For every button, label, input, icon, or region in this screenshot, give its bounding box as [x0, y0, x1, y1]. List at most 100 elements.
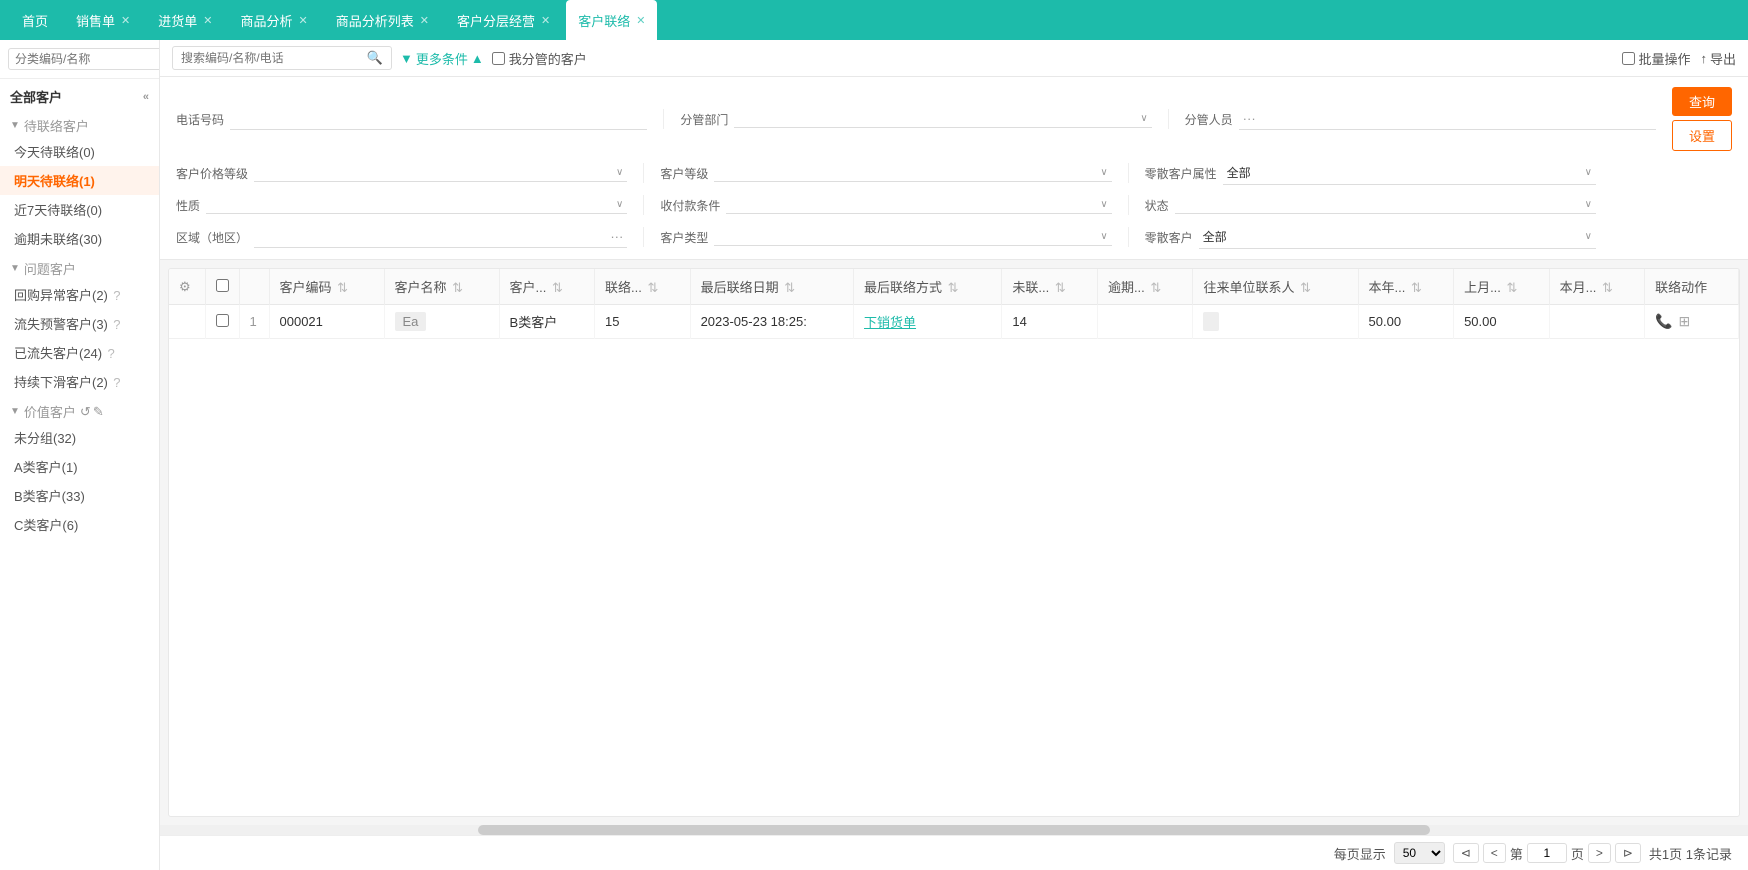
- table-row: 1 000021 Ea B类客户 15 2023-05-23 18:25: 下销…: [169, 305, 1739, 339]
- row-checkbox-cell: [205, 305, 239, 339]
- my-customers-check[interactable]: [492, 52, 505, 65]
- sort-icon[interactable]: ⇅: [1055, 280, 1066, 295]
- edit-icon[interactable]: ✎: [93, 404, 104, 420]
- col-rownum: [239, 269, 269, 305]
- filter-row-2: 客户价格等级 ∨ 客户等级 ∨ 零散客户属性: [176, 161, 1732, 185]
- sort-icon[interactable]: ⇅: [1150, 280, 1161, 295]
- top-nav: 首页 销售单 ✕ 进货单 ✕ 商品分析 ✕ 商品分析列表 ✕ 客户分层经营 ✕ …: [0, 0, 1748, 40]
- sidebar-item-tomorrow-contact[interactable]: 明天待联络(1): [0, 166, 159, 195]
- nav-purchase[interactable]: 进货单 ✕: [146, 0, 224, 40]
- filter-customer-level: 客户等级 ∨: [660, 164, 1111, 182]
- filter-phone-input[interactable]: [230, 109, 647, 130]
- group-problem-customers[interactable]: ▼ 问题客户: [0, 253, 159, 280]
- page-unit: 页: [1571, 844, 1584, 863]
- page-size-select[interactable]: 50 100 200: [1394, 842, 1445, 864]
- sidebar-item-class-a[interactable]: A类客户(1): [0, 452, 159, 481]
- sidebar-item-overdue-contact[interactable]: 逾期未联络(30): [0, 224, 159, 253]
- first-page-btn[interactable]: ⊲: [1453, 843, 1479, 863]
- filter-retail-select[interactable]: 全部 ∨: [1223, 161, 1596, 185]
- sort-icon[interactable]: ⇅: [337, 280, 348, 295]
- sort-icon[interactable]: ⇅: [948, 280, 959, 295]
- page-input[interactable]: [1527, 843, 1567, 863]
- sidebar-search-input[interactable]: [8, 48, 160, 70]
- filter-price-select[interactable]: ∨: [254, 164, 627, 182]
- more-conditions-btn[interactable]: ▼ 更多条件 ▲: [400, 49, 484, 68]
- grid-icon[interactable]: ⊞: [1679, 313, 1691, 330]
- phone-icon[interactable]: 📞: [1655, 313, 1672, 330]
- col-unit-contact: 往来单位联系人 ⇅: [1193, 269, 1358, 305]
- page-label: 第: [1510, 844, 1523, 863]
- sidebar-item-week-contact[interactable]: 近7天待联络(0): [0, 195, 159, 224]
- filter-status-select[interactable]: ∨: [1175, 196, 1596, 214]
- sidebar-item-repurchase-abnormal[interactable]: 回购异常客户(2) ?: [0, 280, 159, 309]
- group-pending-contact[interactable]: ▼ 待联络客户: [0, 110, 159, 137]
- group-value-customers[interactable]: ▼ 价值客户 ↺ ✎: [0, 396, 159, 423]
- close-icon[interactable]: ✕: [541, 14, 550, 27]
- divider: [663, 109, 664, 129]
- filter-type-select[interactable]: ∨: [714, 228, 1111, 246]
- setting-button[interactable]: 设置: [1672, 120, 1732, 151]
- nav-customer-contact[interactable]: 客户联络 ✕: [566, 0, 657, 40]
- sidebar-item-declining[interactable]: 持续下滑客户(2) ?: [0, 367, 159, 396]
- select-all-checkbox[interactable]: [216, 279, 229, 292]
- filter-level-select[interactable]: ∨: [714, 164, 1111, 182]
- sort-icon[interactable]: ⇅: [1602, 280, 1613, 295]
- filter-payment-select[interactable]: ∨: [726, 196, 1111, 214]
- close-icon[interactable]: ✕: [636, 14, 645, 27]
- filter-retail-cust-select[interactable]: 全部 ∨: [1199, 225, 1596, 249]
- nav-sales[interactable]: 销售单 ✕: [64, 0, 142, 40]
- sidebar-item-churned[interactable]: 已流失客户(24) ?: [0, 338, 159, 367]
- horizontal-scrollbar[interactable]: [160, 825, 1748, 835]
- batch-op-btn[interactable]: 批量操作: [1622, 49, 1690, 68]
- help-icon[interactable]: ?: [107, 346, 114, 361]
- sort-icon[interactable]: ⇅: [1411, 280, 1422, 295]
- close-icon[interactable]: ✕: [203, 14, 212, 27]
- sidebar-item-churn-warning[interactable]: 流失预警客户(3) ?: [0, 309, 159, 338]
- filter-nature-select[interactable]: ∨: [206, 196, 627, 214]
- sort-icon[interactable]: ⇅: [1507, 280, 1518, 295]
- last-method-link[interactable]: 下销货单: [864, 315, 916, 330]
- batch-checkbox[interactable]: [1622, 52, 1635, 65]
- close-icon[interactable]: ✕: [420, 14, 429, 27]
- settings-icon[interactable]: ⚙: [179, 279, 191, 294]
- help-icon[interactable]: ?: [113, 288, 120, 303]
- sidebar-item-today-contact[interactable]: 今天待联络(0): [0, 137, 159, 166]
- col-uncontacted: 未联... ⇅: [1002, 269, 1098, 305]
- next-page-btn[interactable]: >: [1588, 843, 1611, 863]
- close-icon[interactable]: ✕: [299, 14, 308, 27]
- filter-dept-select[interactable]: ∨: [734, 110, 1151, 128]
- filter-region-dots[interactable]: ···: [254, 226, 627, 248]
- help-icon[interactable]: ?: [113, 317, 120, 332]
- sort-icon[interactable]: ⇅: [784, 280, 795, 295]
- filter-manager-dots[interactable]: ···: [1239, 108, 1656, 130]
- col-gear: ⚙: [169, 269, 205, 305]
- help-icon[interactable]: ?: [113, 375, 120, 390]
- sidebar-item-class-c[interactable]: C类客户(6): [0, 510, 159, 539]
- prev-page-btn[interactable]: <: [1483, 843, 1506, 863]
- sort-icon[interactable]: ⇅: [552, 280, 563, 295]
- row-gear-cell: [169, 305, 205, 339]
- scrollbar-thumb[interactable]: [478, 825, 1431, 835]
- sort-icon[interactable]: ⇅: [452, 280, 463, 295]
- data-table-area: ⚙ 客户编码 ⇅ 客户名称 ⇅: [168, 268, 1740, 817]
- nav-product-analysis[interactable]: 商品分析 ✕: [228, 0, 319, 40]
- export-btn[interactable]: ↑ 导出: [1700, 49, 1736, 68]
- collapse-icon[interactable]: «: [143, 91, 149, 103]
- my-customers-checkbox[interactable]: 我分管的客户: [492, 49, 587, 68]
- search-icon[interactable]: 🔍: [367, 50, 383, 66]
- close-icon[interactable]: ✕: [121, 14, 130, 27]
- nav-product-list[interactable]: 商品分析列表 ✕: [324, 0, 441, 40]
- row-checkbox[interactable]: [216, 314, 229, 327]
- sidebar-item-ungrouped[interactable]: 未分组(32): [0, 423, 159, 452]
- filter-type-label: 客户类型: [660, 229, 708, 246]
- sidebar-item-class-b[interactable]: B类客户(33): [0, 481, 159, 510]
- search-input[interactable]: [181, 51, 367, 65]
- refresh-icon[interactable]: ↺: [80, 404, 91, 420]
- chevron-down-icon: ∨: [1100, 199, 1107, 210]
- last-page-btn[interactable]: ⊳: [1615, 843, 1641, 863]
- nav-customer-tier[interactable]: 客户分层经营 ✕: [445, 0, 562, 40]
- nav-home[interactable]: 首页: [10, 0, 60, 40]
- query-button[interactable]: 查询: [1672, 87, 1732, 116]
- sort-icon[interactable]: ⇅: [648, 280, 659, 295]
- sort-icon[interactable]: ⇅: [1300, 280, 1311, 295]
